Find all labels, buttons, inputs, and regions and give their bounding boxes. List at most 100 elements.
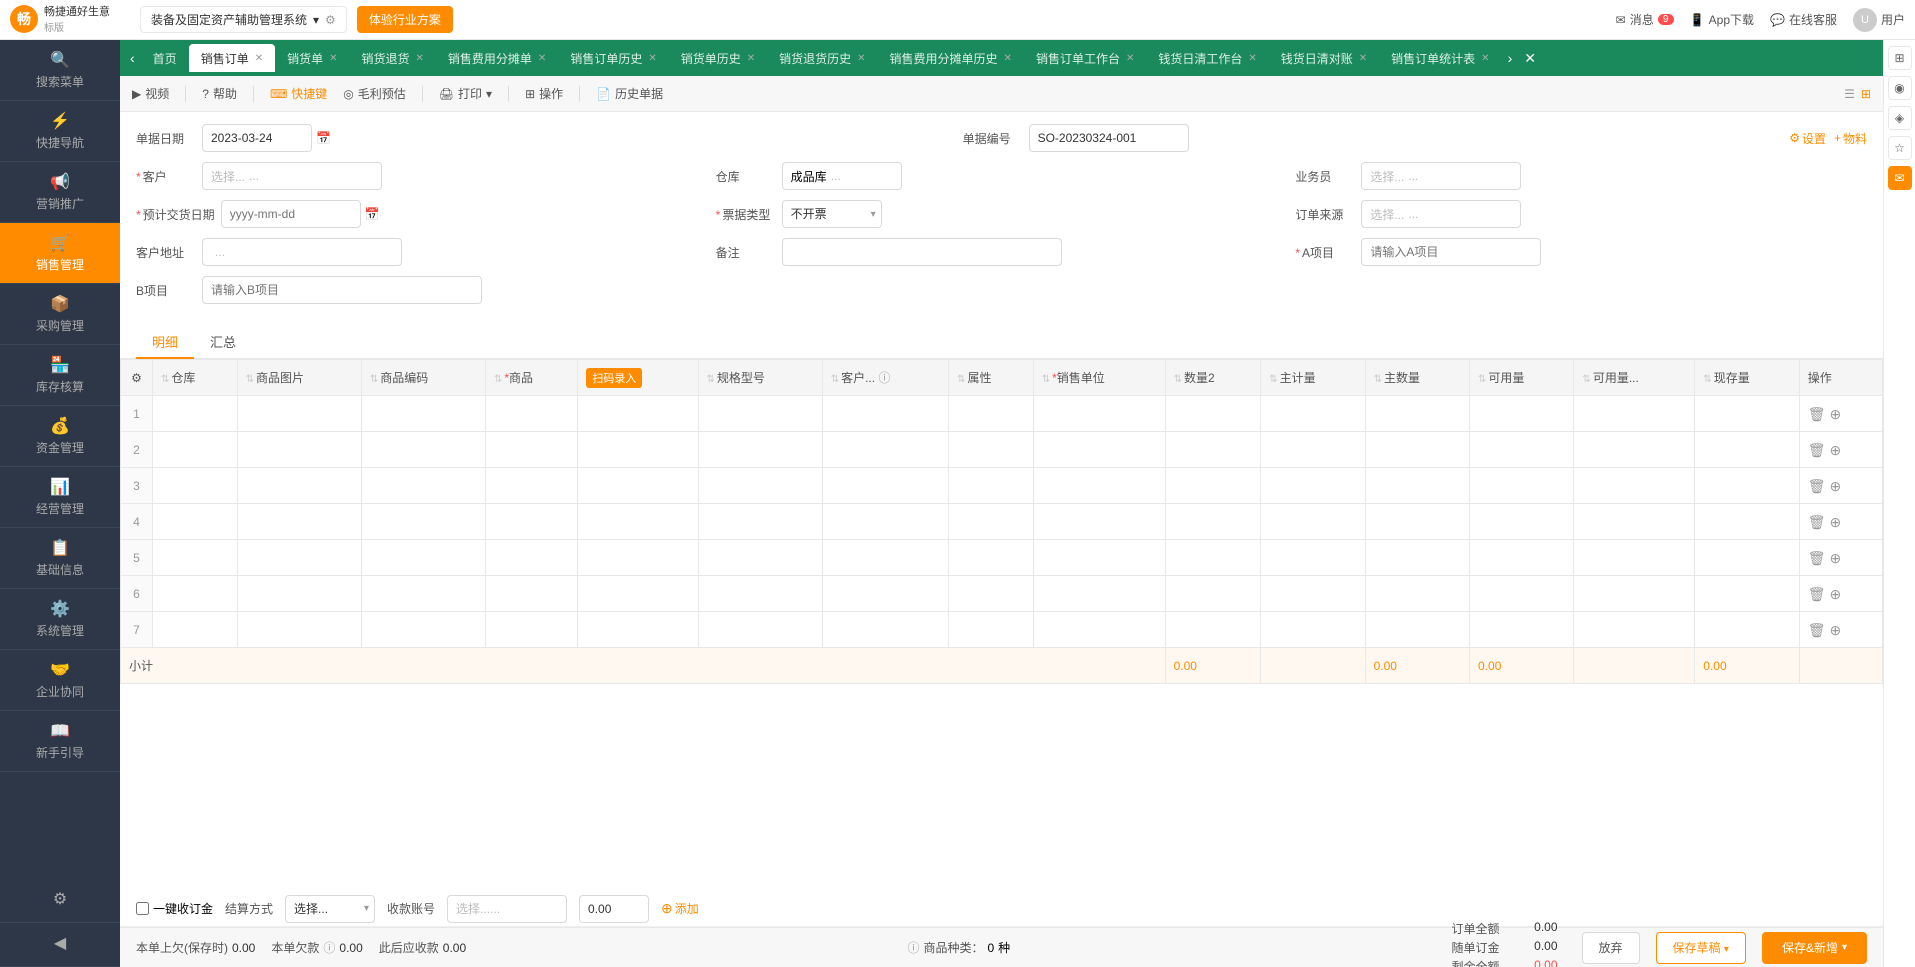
row-qty2-7[interactable] xyxy=(1165,612,1261,648)
rp-btn-5[interactable]: ✉ xyxy=(1888,166,1912,190)
row-current-7[interactable] xyxy=(1695,612,1799,648)
add-photo-btn[interactable]: + 物料 xyxy=(1834,130,1867,147)
row-qty2-2[interactable] xyxy=(1165,432,1261,468)
row-code-3[interactable] xyxy=(361,468,485,504)
tab-close-daily-clear[interactable]: ✕ xyxy=(1248,53,1256,64)
row-warehouse-2[interactable] xyxy=(153,432,238,468)
nav-tab-sales-expense[interactable]: 销售费用分摊单✕ xyxy=(436,44,558,72)
sidebar-item-marketing[interactable]: 📢营销推广 xyxy=(0,162,120,223)
col-scan[interactable]: 扫码录入 xyxy=(578,360,698,396)
nav-tab-home[interactable]: 首页 xyxy=(141,44,189,72)
row-image-4[interactable] xyxy=(237,504,361,540)
row-available2-5[interactable] xyxy=(1574,540,1695,576)
row-main-qty-5[interactable] xyxy=(1365,540,1469,576)
tab-close-return-history[interactable]: ✕ xyxy=(747,53,755,64)
row-available-3[interactable] xyxy=(1470,468,1574,504)
industry-button[interactable]: 体验行业方案 xyxy=(357,6,453,33)
row-name-2[interactable] xyxy=(485,432,577,468)
row-attr-1[interactable] xyxy=(949,396,1034,432)
tab-close-sales-order[interactable]: ✕ xyxy=(255,53,263,64)
delete-btn-1[interactable]: 🗑 xyxy=(1808,407,1826,421)
operate-btn[interactable]: ⊞ 操作 xyxy=(525,85,563,102)
row-code-4[interactable] xyxy=(361,504,485,540)
row-current-4[interactable] xyxy=(1695,504,1799,540)
copy-btn-1[interactable]: ⊕ xyxy=(1829,407,1841,421)
history-btn[interactable]: 📄 历史单据 xyxy=(596,85,663,102)
delete-btn-4[interactable]: 🗑 xyxy=(1808,515,1826,529)
row-current-1[interactable] xyxy=(1695,396,1799,432)
row-main-qty-6[interactable] xyxy=(1365,576,1469,612)
row-name-4[interactable] xyxy=(485,504,577,540)
sidebar-item-guide[interactable]: 📖新手引导 xyxy=(0,711,120,772)
row-spec-4[interactable] xyxy=(698,504,822,540)
rp-btn-4[interactable]: ☆ xyxy=(1888,136,1912,160)
copy-btn-6[interactable]: ⊕ xyxy=(1829,587,1841,601)
row-warehouse-6[interactable] xyxy=(153,576,238,612)
delivery-calendar-icon[interactable]: 📅 xyxy=(365,207,380,221)
row-available-7[interactable] xyxy=(1470,612,1574,648)
save-new-button[interactable]: 保存&新增 ▾ xyxy=(1762,932,1867,964)
row-spec-3[interactable] xyxy=(698,468,822,504)
online-service-item[interactable]: 💬 在线客服 xyxy=(1770,11,1837,28)
row-main-unit-4[interactable] xyxy=(1261,504,1365,540)
profit-btn[interactable]: ◎ 毛利预估 xyxy=(343,85,406,102)
sidebar-item-sales[interactable]: 🛒销售管理 xyxy=(0,223,120,284)
settings-btn[interactable]: ⚙ 设置 xyxy=(1789,130,1826,147)
delete-btn-2[interactable]: 🗑 xyxy=(1808,443,1826,457)
pay-method-select[interactable]: 选择... xyxy=(285,895,375,923)
row-image-5[interactable] xyxy=(237,540,361,576)
delete-btn-7[interactable]: 🗑 xyxy=(1808,623,1826,637)
row-main-qty-3[interactable] xyxy=(1365,468,1469,504)
row-code-7[interactable] xyxy=(361,612,485,648)
row-available2-1[interactable] xyxy=(1574,396,1695,432)
sidebar-item-finance[interactable]: 💰资金管理 xyxy=(0,406,120,467)
sidebar-collapse[interactable]: ◀ xyxy=(0,923,120,967)
row-customer-7[interactable] xyxy=(822,612,948,648)
view-btn[interactable]: ▶ 视频 xyxy=(132,85,169,102)
sidebar-item-system[interactable]: ⚙️系统管理 xyxy=(0,589,120,650)
row-attr-4[interactable] xyxy=(949,504,1034,540)
row-available2-7[interactable] xyxy=(1574,612,1695,648)
sidebar-item-enterprise[interactable]: 🤝企业协同 xyxy=(0,650,120,711)
row-code-1[interactable] xyxy=(361,396,485,432)
row-qty2-5[interactable] xyxy=(1165,540,1261,576)
delete-btn-6[interactable]: 🗑 xyxy=(1808,587,1826,601)
row-name-3[interactable] xyxy=(485,468,577,504)
row-main-unit-2[interactable] xyxy=(1261,432,1365,468)
remark-input[interactable] xyxy=(782,238,1062,266)
row-available-6[interactable] xyxy=(1470,576,1574,612)
tab-close-sales-history[interactable]: ✕ xyxy=(648,53,656,64)
nav-tab-sales-history[interactable]: 销售订单历史✕ xyxy=(558,44,668,72)
address-wrapper[interactable]: ... xyxy=(202,238,402,266)
rp-btn-2[interactable]: ◉ xyxy=(1888,76,1912,100)
row-warehouse-1[interactable] xyxy=(153,396,238,432)
row-image-1[interactable] xyxy=(237,396,361,432)
amount-input[interactable] xyxy=(579,895,649,923)
order-source-wrapper[interactable]: 选择... ... xyxy=(1361,200,1521,228)
sidebar-item-purchase[interactable]: 📦采购管理 xyxy=(0,284,120,345)
row-unit-1[interactable] xyxy=(1033,396,1165,432)
calendar-icon[interactable]: 📅 xyxy=(316,131,331,145)
copy-btn-2[interactable]: ⊕ xyxy=(1829,443,1841,457)
row-spec-2[interactable] xyxy=(698,432,822,468)
col-settings[interactable]: ⚙ xyxy=(121,360,153,396)
row-available2-2[interactable] xyxy=(1574,432,1695,468)
add-link[interactable]: ⊕ 添加 xyxy=(661,900,699,917)
tab-close-stats[interactable]: ✕ xyxy=(1481,53,1489,64)
system-selector[interactable]: 装备及固定资产辅助管理系统 ▾ ⚙ xyxy=(140,6,347,33)
row-available-4[interactable] xyxy=(1470,504,1574,540)
row-main-unit-5[interactable] xyxy=(1261,540,1365,576)
discard-button[interactable]: 放弃 xyxy=(1582,932,1640,964)
client-input-wrapper[interactable]: 选择... ... xyxy=(202,162,382,190)
tab-close-expense-history[interactable]: ✕ xyxy=(1004,53,1012,64)
delete-btn-5[interactable]: 🗑 xyxy=(1808,551,1826,565)
sidebar-item-search[interactable]: 🔍搜索菜单 xyxy=(0,40,120,101)
row-unit-5[interactable] xyxy=(1033,540,1165,576)
row-customer-5[interactable] xyxy=(822,540,948,576)
row-code-5[interactable] xyxy=(361,540,485,576)
tab-prev-arrow[interactable]: ‹ xyxy=(124,50,141,66)
row-qty2-4[interactable] xyxy=(1165,504,1261,540)
row-warehouse-7[interactable] xyxy=(153,612,238,648)
row-attr-5[interactable] xyxy=(949,540,1034,576)
row-customer-1[interactable] xyxy=(822,396,948,432)
